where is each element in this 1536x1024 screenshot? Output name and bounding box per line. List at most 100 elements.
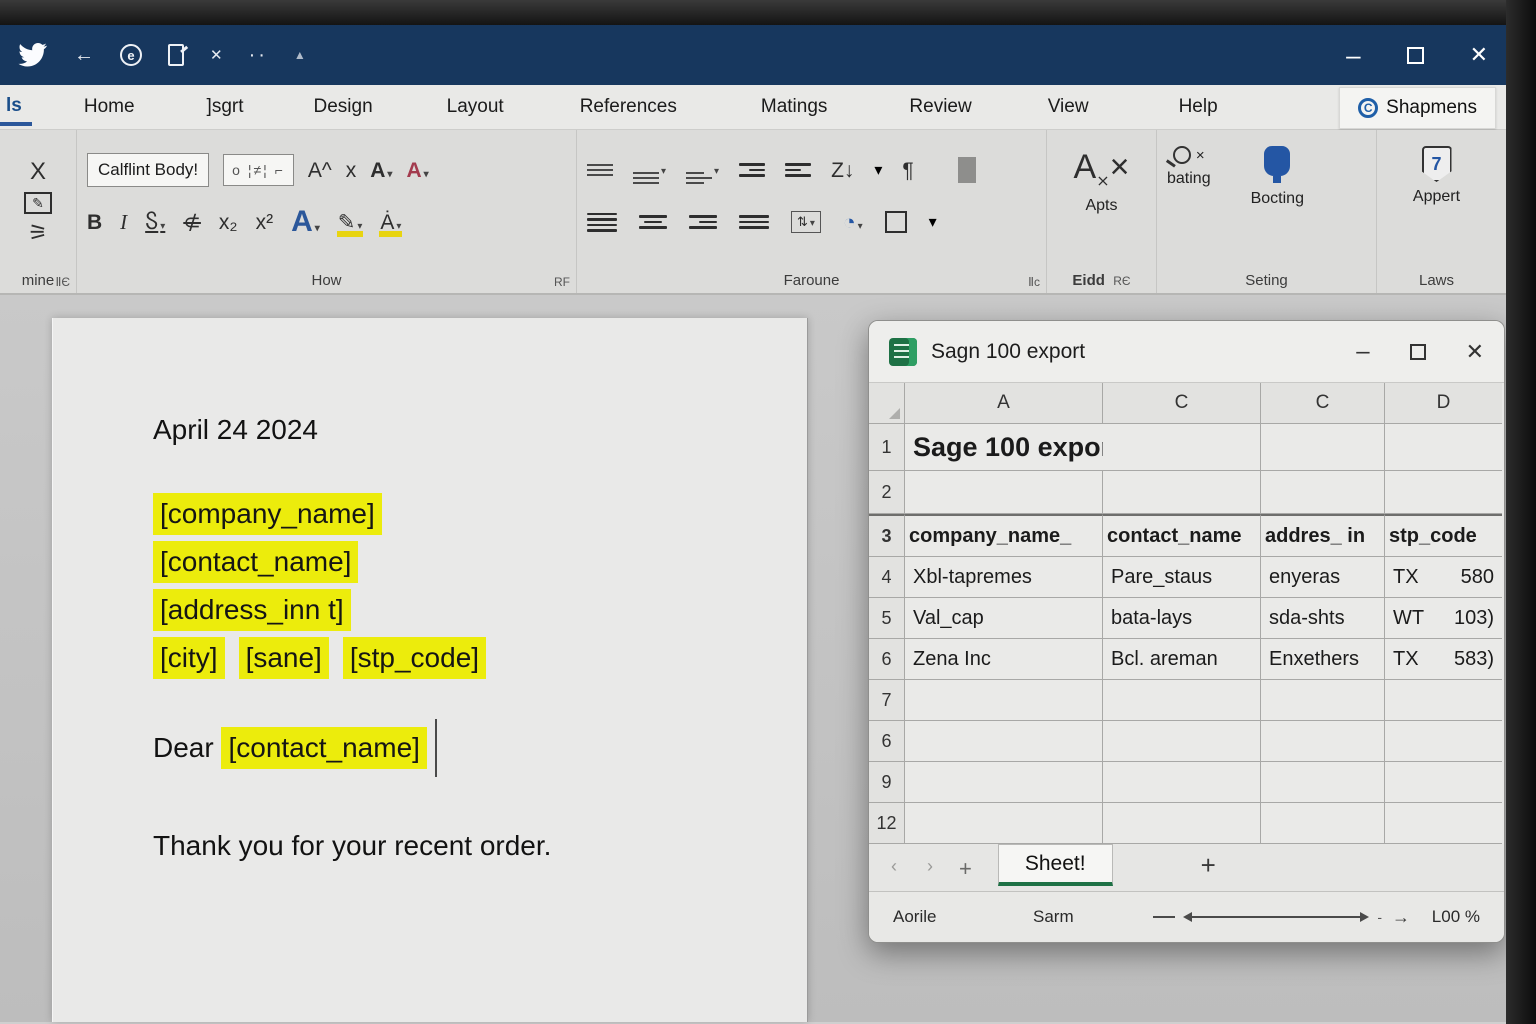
excel-close-button[interactable]: ✕ [1466, 339, 1484, 365]
header-contact-name[interactable]: contact_name [1103, 514, 1261, 556]
tab-layout[interactable]: Layout [423, 87, 528, 127]
cell[interactable] [1103, 803, 1261, 843]
cell-company[interactable]: Xbl-tapremes [905, 557, 1103, 597]
row-number[interactable]: 1 [869, 424, 905, 470]
ellipsis-icon[interactable]: ·· [249, 44, 268, 67]
header-address[interactable]: addres_ in [1261, 514, 1385, 556]
cell[interactable] [1385, 762, 1502, 802]
zoom-in-icon[interactable]: → [1392, 907, 1410, 928]
strikethrough-button[interactable]: ⊄ [183, 212, 201, 233]
cut-icon[interactable]: X [30, 160, 46, 184]
excel-minimize-button[interactable]: – [1356, 338, 1369, 366]
cell-address[interactable]: enyeras [1261, 557, 1385, 597]
tab-insert[interactable]: ]sgrt [183, 87, 268, 127]
font-name-input[interactable]: Calflint Body! [87, 153, 210, 187]
cell-title[interactable]: Sage 100 export [905, 424, 1120, 470]
font-size-input[interactable]: o ¦≠¦ ⌐ [223, 154, 294, 186]
cell[interactable] [1103, 721, 1261, 761]
tab-mailings[interactable]: Matings [737, 87, 852, 127]
cell-company[interactable]: Zena Inc [905, 639, 1103, 679]
tab-references[interactable]: References [556, 87, 701, 127]
field-contact-name[interactable]: [contact_name] [153, 541, 359, 583]
cell[interactable] [905, 471, 1103, 513]
sheet-nav-plus-icon[interactable]: + [959, 856, 972, 882]
superscript-button[interactable]: x² [256, 212, 274, 233]
row-number[interactable]: 2 [869, 471, 905, 513]
protect-button[interactable]: 7 Appert [1387, 146, 1486, 206]
column-header-d[interactable]: D [1385, 383, 1502, 423]
clipboard-dialog-launcher[interactable]: ⅡЄ [55, 275, 70, 289]
field-state[interactable]: [sane] [238, 637, 329, 679]
shrink-font-icon[interactable]: x [346, 160, 357, 181]
multilevel-list-icon[interactable]: ▾ [686, 157, 719, 184]
cell[interactable] [1261, 424, 1385, 470]
sheet-nav-right-icon[interactable]: › [927, 856, 933, 877]
cell[interactable] [1261, 680, 1385, 720]
paragraph-dialog-launcher[interactable]: Ⅱc [1028, 275, 1040, 289]
cell-contact[interactable]: bata-lays [1103, 598, 1261, 638]
align-right-icon[interactable] [689, 215, 717, 229]
header-company-name[interactable]: company_name_ [905, 514, 1103, 556]
dictate-button[interactable]: Bocting [1251, 146, 1304, 208]
cell-contact[interactable]: Pare_staus [1103, 557, 1261, 597]
clear-formatting-icon[interactable]: A ▾ [406, 160, 428, 181]
row-number[interactable]: 7 [869, 680, 905, 720]
field-address[interactable]: [address_inn t] [153, 589, 351, 631]
bullet-list-icon[interactable] [587, 164, 613, 176]
row-number[interactable]: 6 [869, 721, 905, 761]
cell[interactable] [905, 762, 1103, 802]
tab-view[interactable]: View [1024, 87, 1113, 127]
zoom-out-icon[interactable] [1153, 915, 1175, 919]
decrease-indent-icon[interactable] [739, 163, 766, 177]
cell-stp-code[interactable]: TX 583) [1385, 639, 1502, 679]
select-all-corner[interactable] [869, 383, 905, 423]
cell-stp-code[interactable]: TX 580 [1385, 557, 1502, 597]
row-number[interactable]: 3 [869, 514, 905, 556]
cell[interactable] [1103, 762, 1261, 802]
tab-design[interactable]: Design [290, 87, 397, 127]
sheet-tab-active[interactable]: Sheet! [997, 844, 1113, 886]
cell-address[interactable]: Enxethers [1261, 639, 1385, 679]
highlight-color-button[interactable]: ✎ ▾ [336, 212, 364, 237]
cell-address[interactable]: sda-shts [1261, 598, 1385, 638]
cell[interactable] [905, 680, 1103, 720]
cell[interactable] [1261, 803, 1385, 843]
cell[interactable] [1385, 721, 1502, 761]
align-center-icon[interactable] [639, 215, 667, 229]
sheet-nav-left-icon[interactable]: ‹ [891, 856, 897, 877]
header-stp-code[interactable]: stp_code [1385, 514, 1502, 556]
minimize-button[interactable]: – [1346, 42, 1360, 68]
zoom-slider[interactable]: - → [1153, 907, 1410, 928]
styles-button[interactable]: A⨯× Apts [1057, 148, 1146, 215]
italic-button[interactable]: I [120, 211, 127, 233]
row-number[interactable]: 4 [869, 557, 905, 597]
row-number[interactable]: 9 [869, 762, 905, 802]
borders-icon[interactable] [884, 211, 907, 233]
row-number[interactable]: 6 [869, 639, 905, 679]
field-city[interactable]: [city] [153, 637, 225, 679]
share-button[interactable]: C Shapmens [1339, 87, 1496, 129]
column-header-a[interactable]: A [905, 383, 1103, 423]
bold-button[interactable]: B [87, 212, 102, 233]
row-number[interactable]: 12 [869, 803, 905, 843]
cell-contact[interactable]: Bcl. areman [1103, 639, 1261, 679]
pin-icon[interactable]: ▲ [294, 48, 306, 62]
line-spacing-icon[interactable]: ⇅ ▾ [791, 211, 821, 233]
salutation-contact-field[interactable]: [contact_name] [221, 727, 427, 769]
excel-maximize-button[interactable] [1409, 343, 1426, 360]
cell[interactable] [1385, 424, 1502, 470]
add-sheet-button[interactable]: + [1201, 850, 1216, 881]
document-pencil-icon[interactable] [168, 44, 184, 66]
grow-font-icon[interactable]: A^ [308, 160, 332, 181]
cell[interactable] [1103, 680, 1261, 720]
cell[interactable] [905, 721, 1103, 761]
field-zip[interactable]: [stp_code] [342, 637, 487, 679]
pilcrow-icon[interactable]: ¶ [902, 160, 913, 181]
format-painter-icon[interactable]: ⚞ [28, 222, 48, 244]
number-list-icon[interactable]: ▾ [633, 157, 666, 184]
underline-button[interactable]: Ⴝ ▾ [145, 212, 165, 233]
cell[interactable] [1261, 721, 1385, 761]
pane-icon[interactable] [957, 157, 976, 183]
row-number[interactable]: 5 [869, 598, 905, 638]
copy-icon[interactable]: ✎ [24, 192, 52, 214]
